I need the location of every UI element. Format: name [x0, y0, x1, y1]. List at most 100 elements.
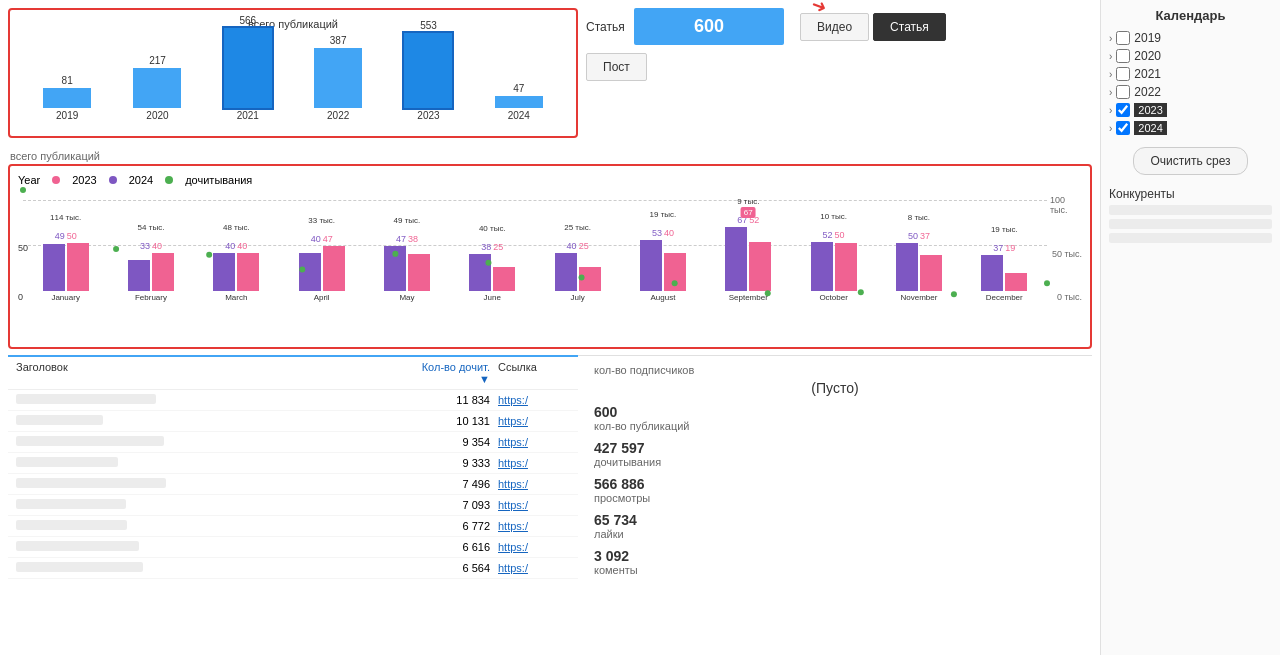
year-checkbox[interactable] — [1116, 121, 1130, 135]
bar-2024-label: 40 — [664, 228, 674, 238]
bars-pair — [896, 243, 942, 291]
cell-count: 9 333 — [410, 457, 490, 469]
bar-value-label: 47 — [513, 83, 524, 94]
chevron-icon: › — [1109, 69, 1112, 80]
table-section: Заголовок Кол-во дочит. ▼ Ссылка 11 834h… — [8, 355, 578, 655]
year-checkbox[interactable] — [1116, 103, 1130, 117]
bar-2024 — [408, 254, 430, 291]
kol-vo-label: кол-во подписчиков — [594, 364, 1076, 376]
table-row: 9 354https:/ — [8, 432, 578, 453]
calendar-year-item[interactable]: ›2019 — [1109, 31, 1272, 45]
col-title-header: Заголовок — [16, 361, 410, 385]
calendar-year-item[interactable]: ›2020 — [1109, 49, 1272, 63]
month-group: 54 тыс.3340February — [128, 241, 174, 302]
y-axis-label: 50 тыс. — [1052, 249, 1082, 259]
cell-count: 6 616 — [410, 541, 490, 553]
cell-count: 7 496 — [410, 478, 490, 490]
year-label: 2023 — [1134, 103, 1166, 117]
line-chart-svg — [23, 190, 1047, 302]
cell-count: 9 354 — [410, 436, 490, 448]
cell-link[interactable]: https:/ — [490, 394, 570, 406]
clear-button[interactable]: Очистить срез — [1133, 147, 1247, 175]
bar-rect — [133, 68, 181, 108]
month-group: 9 тыс.675267September — [725, 215, 771, 302]
cell-title — [16, 435, 410, 449]
cell-title — [16, 393, 410, 407]
month-label: December — [986, 293, 1023, 302]
legend-dot-2024 — [109, 176, 117, 184]
post-button[interactable]: Пост — [586, 53, 647, 81]
bar-rect — [404, 33, 452, 108]
table-row: 7 093https:/ — [8, 495, 578, 516]
read-label: 9 тыс. — [737, 197, 759, 206]
cell-link[interactable]: https:/ — [490, 520, 570, 532]
col-count-header[interactable]: Кол-во дочит. ▼ — [410, 361, 490, 385]
blurred-sidebar-1 — [1109, 205, 1272, 215]
bars-pair — [981, 255, 1027, 291]
bar-2023-label: 53 — [652, 228, 662, 238]
calendar-year-item[interactable]: › 2023 — [1109, 103, 1272, 117]
chevron-icon: › — [1109, 105, 1112, 116]
bar-2024 — [152, 253, 174, 291]
cell-link[interactable]: https:/ — [490, 436, 570, 448]
bar-item: 812019 — [43, 75, 91, 121]
stats-panel: кол-во подписчиков (Пусто) 600кол-во пуб… — [578, 355, 1092, 655]
read-label: 48 тыс. — [223, 223, 250, 232]
bar-2024 — [920, 255, 942, 291]
read-label: 19 тыс. — [991, 225, 1018, 234]
bar-item: 5662021 — [224, 15, 272, 121]
stat-number: 427 597 — [594, 440, 1076, 456]
bar-value-label: 553 — [420, 20, 437, 31]
bar-2024-label: 40 — [152, 241, 162, 251]
calendar-year-item[interactable]: ›2021 — [1109, 67, 1272, 81]
year-checkbox[interactable] — [1116, 85, 1130, 99]
month-group: 40 тыс.3825June — [469, 242, 515, 302]
stats-items: 600кол-во публикаций427 597дочитывания56… — [594, 404, 1076, 576]
bar-rect — [224, 28, 272, 108]
cell-link[interactable]: https:/ — [490, 478, 570, 490]
month-group: 8 тыс.5037November — [896, 231, 942, 302]
cell-link[interactable]: https:/ — [490, 499, 570, 511]
y-axis-label: 100 тыс. — [1050, 195, 1082, 215]
year-checkbox[interactable] — [1116, 31, 1130, 45]
bar-2023 — [640, 240, 662, 291]
line-dot — [858, 289, 864, 295]
line-dot — [951, 291, 957, 297]
bar-2023-label: 40 — [567, 241, 577, 251]
bar-year-label: 2021 — [237, 110, 259, 121]
month-group: 19 тыс.3719December — [981, 243, 1027, 302]
combo-chart-container: Year 2023 2024 дочитывания 100 тыс.50 ты… — [8, 164, 1092, 349]
bars-pair — [811, 242, 857, 291]
cell-link[interactable]: https:/ — [490, 541, 570, 553]
chevron-icon: › — [1109, 33, 1112, 44]
read-label: 54 тыс. — [138, 223, 165, 232]
bar-2024 — [579, 267, 601, 291]
bar-chart-title: всего публикаций — [18, 18, 568, 30]
bar-2023 — [384, 246, 406, 291]
bar-2024 — [835, 243, 857, 291]
bar-value-label: 217 — [149, 55, 166, 66]
bar-2024 — [493, 267, 515, 291]
cell-link[interactable]: https:/ — [490, 457, 570, 469]
stat-item: 566 886просмотры — [594, 476, 1076, 504]
bars-pair — [725, 227, 771, 291]
cell-link[interactable]: https:/ — [490, 415, 570, 427]
bar-2023 — [469, 254, 491, 291]
video-button[interactable]: Видео — [800, 13, 869, 41]
read-label: 19 тыс. — [650, 210, 677, 219]
bar-2024-label: 47 — [323, 234, 333, 244]
blurred-sidebar-3 — [1109, 233, 1272, 243]
legend-dot-2023 — [52, 176, 60, 184]
cell-link[interactable]: https:/ — [490, 562, 570, 574]
year-checkbox[interactable] — [1116, 67, 1130, 81]
stat-desc: дочитывания — [594, 456, 1076, 468]
article-button[interactable]: Статья — [873, 13, 946, 41]
month-group: 10 тыс.5250October — [811, 230, 857, 302]
bar-2023 — [981, 255, 1003, 291]
bar-value-label: 81 — [62, 75, 73, 86]
calendar-year-item[interactable]: ›2024 — [1109, 121, 1272, 135]
month-label: June — [484, 293, 501, 302]
year-checkbox[interactable] — [1116, 49, 1130, 63]
calendar-year-item[interactable]: ›2022 — [1109, 85, 1272, 99]
stat-number: 65 734 — [594, 512, 1076, 528]
